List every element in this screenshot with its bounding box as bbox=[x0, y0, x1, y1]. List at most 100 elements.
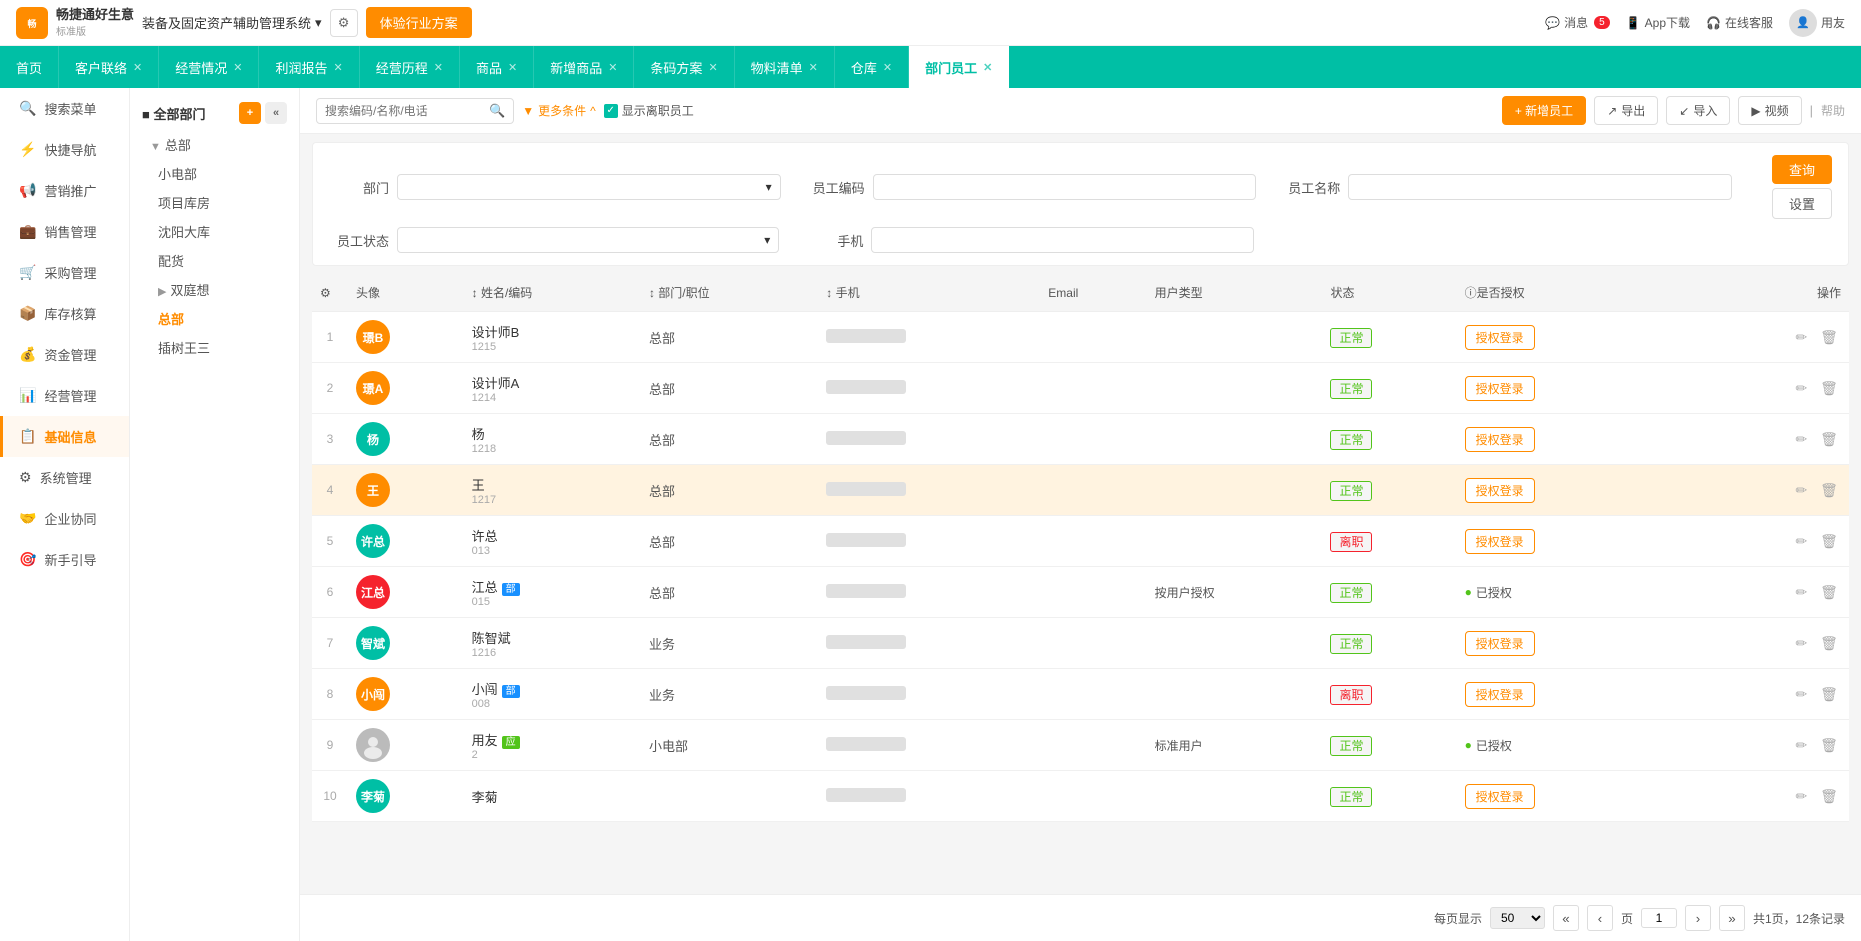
dept-hq[interactable]: ▼总部 bbox=[130, 130, 299, 159]
nav-sales[interactable]: 💼 销售管理 bbox=[0, 211, 129, 252]
auth-login-button[interactable]: 授权登录 bbox=[1465, 529, 1535, 554]
add-employee-button[interactable]: + 新增员工 bbox=[1502, 96, 1586, 125]
import-button[interactable]: ↙ 导入 bbox=[1666, 96, 1730, 125]
tab-warehouse[interactable]: 仓库✕ bbox=[835, 46, 909, 88]
export-button[interactable]: ↗ 导出 bbox=[1594, 96, 1658, 125]
dept-shenyang[interactable]: 沈阳大库 bbox=[130, 217, 299, 246]
tab-goods[interactable]: 商品✕ bbox=[460, 46, 534, 88]
dept-collapse-btn[interactable]: « bbox=[265, 102, 287, 124]
filter-dept-select[interactable]: ▾ bbox=[397, 174, 781, 200]
next-page-button[interactable]: › bbox=[1685, 905, 1711, 931]
tab-employees[interactable]: 部门员工✕ bbox=[909, 46, 1009, 88]
tab-barcode[interactable]: 条码方案✕ bbox=[634, 46, 734, 88]
edit-button[interactable]: ✏ bbox=[1789, 631, 1813, 655]
user-action[interactable]: 👤 用友 bbox=[1789, 9, 1845, 37]
nav-guide[interactable]: 🎯 新手引导 bbox=[0, 539, 129, 580]
tab-progress[interactable]: 经营历程✕ bbox=[360, 46, 460, 88]
edit-button[interactable]: ✏ bbox=[1789, 427, 1813, 451]
close-icon[interactable]: ✕ bbox=[334, 61, 343, 74]
edit-button[interactable]: ✏ bbox=[1789, 376, 1813, 400]
delete-button[interactable]: 🗑 bbox=[1817, 631, 1841, 655]
edit-button[interactable]: ✏ bbox=[1789, 682, 1813, 706]
auth-login-button[interactable]: 授权登录 bbox=[1465, 478, 1535, 503]
trial-button[interactable]: 体验行业方案 bbox=[366, 7, 472, 38]
close-icon[interactable]: ✕ bbox=[708, 61, 717, 74]
last-page-button[interactable]: » bbox=[1719, 905, 1745, 931]
page-size-select[interactable]: 50 100 200 bbox=[1490, 907, 1545, 929]
filter-emp-name-input[interactable] bbox=[1348, 174, 1732, 200]
auth-login-button[interactable]: 授权登录 bbox=[1465, 325, 1535, 350]
edit-button[interactable]: ✏ bbox=[1789, 580, 1813, 604]
delete-button[interactable]: 🗑 bbox=[1817, 733, 1841, 757]
nav-inventory[interactable]: 📦 库存核算 bbox=[0, 293, 129, 334]
tab-material[interactable]: 物料清单✕ bbox=[735, 46, 835, 88]
edit-button[interactable]: ✏ bbox=[1789, 529, 1813, 553]
tab-new-goods[interactable]: 新增商品✕ bbox=[534, 46, 634, 88]
nav-system[interactable]: ⚙ 系统管理 bbox=[0, 457, 129, 498]
dept-project[interactable]: 项目库房 bbox=[130, 188, 299, 217]
col-settings[interactable]: ⚙ bbox=[312, 274, 348, 312]
delete-button[interactable]: 🗑 bbox=[1817, 478, 1841, 502]
nav-search-menu[interactable]: 🔍 搜索菜单 bbox=[0, 88, 129, 129]
close-icon[interactable]: ✕ bbox=[809, 61, 818, 74]
filter-search-button[interactable]: 查询 bbox=[1772, 155, 1832, 184]
tab-home[interactable]: 首页 bbox=[0, 46, 59, 88]
app-download-action[interactable]: 📱 App下载 bbox=[1626, 14, 1690, 31]
auth-login-button[interactable]: 授权登录 bbox=[1465, 682, 1535, 707]
dept-planting[interactable]: 插树王三 bbox=[130, 333, 299, 362]
close-icon[interactable]: ✕ bbox=[608, 61, 617, 74]
delete-button[interactable]: 🗑 bbox=[1817, 427, 1841, 451]
auth-login-button[interactable]: 授权登录 bbox=[1465, 427, 1535, 452]
edit-button[interactable]: ✏ bbox=[1789, 325, 1813, 349]
close-icon[interactable]: ✕ bbox=[883, 61, 892, 74]
dept-hq2[interactable]: 总部 bbox=[130, 304, 299, 333]
auth-login-button[interactable]: 授权登录 bbox=[1465, 784, 1535, 809]
page-number-input[interactable] bbox=[1641, 908, 1677, 928]
nav-finance[interactable]: 💰 资金管理 bbox=[0, 334, 129, 375]
auth-login-button[interactable]: 授权登录 bbox=[1465, 631, 1535, 656]
tab-operation[interactable]: 经营情况✕ bbox=[159, 46, 259, 88]
view-button[interactable]: ▶ 视频 bbox=[1738, 96, 1801, 125]
dept-add-btn[interactable]: + bbox=[239, 102, 261, 124]
edit-button[interactable]: ✏ bbox=[1789, 478, 1813, 502]
filter-set-button[interactable]: 设置 bbox=[1772, 188, 1832, 219]
close-icon[interactable]: ✕ bbox=[983, 61, 992, 74]
first-page-button[interactable]: « bbox=[1553, 905, 1579, 931]
search-input[interactable] bbox=[325, 104, 485, 118]
filter-phone-input[interactable] bbox=[871, 227, 1253, 253]
online-service-action[interactable]: 🎧 在线客服 bbox=[1706, 14, 1773, 31]
nav-purchase[interactable]: 🛒 采购管理 bbox=[0, 252, 129, 293]
gear-button[interactable]: ⚙ bbox=[330, 9, 358, 37]
col-name-code[interactable]: ↕ 姓名/编码 bbox=[464, 274, 641, 312]
show-inactive-checkbox[interactable]: ✓ bbox=[604, 104, 618, 118]
nav-quick[interactable]: ⚡ 快捷导航 bbox=[0, 129, 129, 170]
prev-page-button[interactable]: ‹ bbox=[1587, 905, 1613, 931]
edit-button[interactable]: ✏ bbox=[1789, 733, 1813, 757]
col-dept-position[interactable]: ↕ 部门/职位 bbox=[641, 274, 818, 312]
close-icon[interactable]: ✕ bbox=[133, 61, 142, 74]
close-icon[interactable]: ✕ bbox=[233, 61, 242, 74]
nav-marketing[interactable]: 📢 营销推广 bbox=[0, 170, 129, 211]
filter-emp-code-input[interactable] bbox=[873, 174, 1257, 200]
auth-login-button[interactable]: 授权登录 bbox=[1465, 376, 1535, 401]
delete-button[interactable]: 🗑 bbox=[1817, 529, 1841, 553]
filter-status-select[interactable]: ▾ bbox=[397, 227, 779, 253]
help-label[interactable]: 帮助 bbox=[1821, 102, 1845, 119]
dept-double-dream[interactable]: ▶双庭想 bbox=[130, 275, 299, 304]
delete-button[interactable]: 🗑 bbox=[1817, 784, 1841, 808]
col-phone[interactable]: ↕ 手机 bbox=[818, 274, 1040, 312]
tab-profit[interactable]: 利润报告✕ bbox=[259, 46, 359, 88]
more-conditions-btn[interactable]: ▼ 更多条件 ^ bbox=[522, 102, 596, 119]
close-icon[interactable]: ✕ bbox=[508, 61, 517, 74]
delete-button[interactable]: 🗑 bbox=[1817, 580, 1841, 604]
dept-distribution[interactable]: 配货 bbox=[130, 246, 299, 275]
edit-button[interactable]: ✏ bbox=[1789, 784, 1813, 808]
delete-button[interactable]: 🗑 bbox=[1817, 682, 1841, 706]
delete-button[interactable]: 🗑 bbox=[1817, 376, 1841, 400]
dept-small-elec[interactable]: 小电部 bbox=[130, 159, 299, 188]
system-title-dropdown[interactable]: 装备及固定资产辅助管理系统 ▾ bbox=[142, 13, 322, 32]
delete-button[interactable]: 🗑 bbox=[1817, 325, 1841, 349]
tab-customer[interactable]: 客户联络✕ bbox=[59, 46, 159, 88]
message-action[interactable]: 💬 消息 5 bbox=[1545, 14, 1610, 31]
nav-basic[interactable]: 📋 基础信息 bbox=[0, 416, 129, 457]
